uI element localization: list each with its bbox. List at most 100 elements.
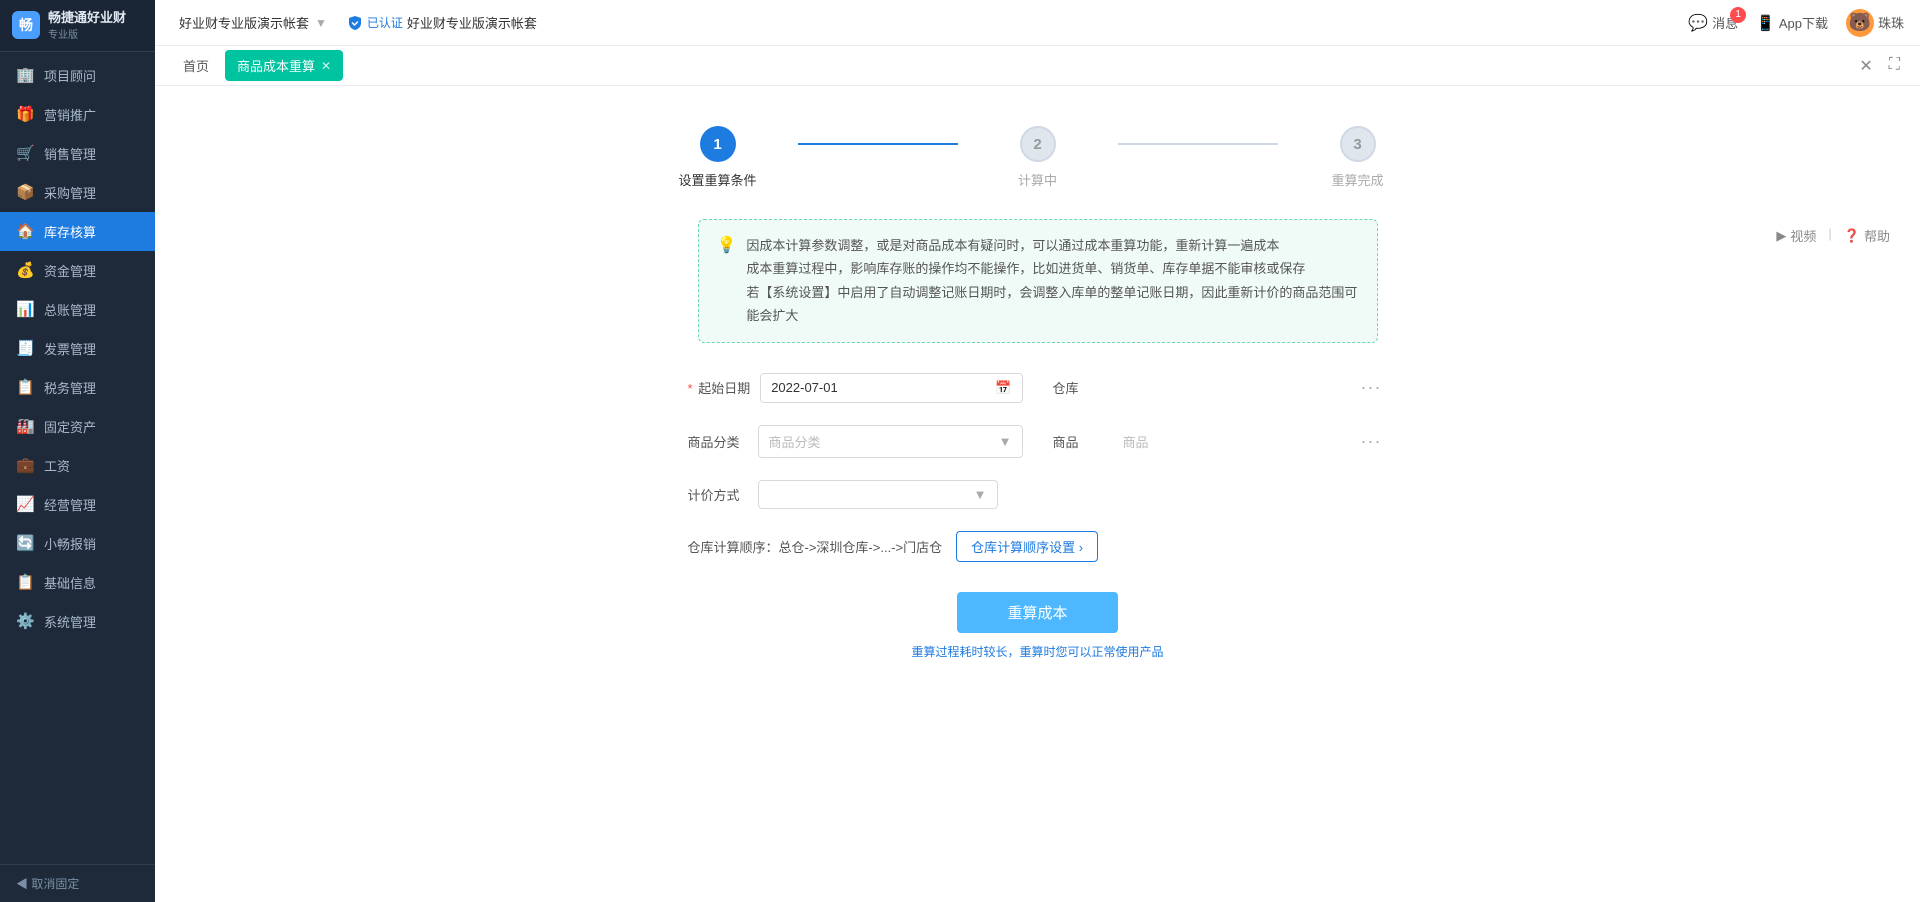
message-icon: 💬 xyxy=(1688,13,1708,33)
help-link[interactable]: ❓ 帮助 xyxy=(1844,226,1890,245)
form-row-2: 商品分类 商品分类 ▼ 商品 商品 ··· xyxy=(688,425,1388,458)
step-3-number: 3 xyxy=(1353,136,1361,153)
form-row-1: * 起始日期 2022-07-01 📅 仓库 ··· xyxy=(688,373,1388,403)
app-title-group: 畅捷通好业财 专业版 xyxy=(48,10,126,41)
start-date-label: * 起始日期 xyxy=(688,378,751,397)
account-selector[interactable]: 好业财专业版演示帐套 ▼ xyxy=(171,9,335,36)
step-1-number: 1 xyxy=(713,136,721,153)
sidebar-item-salary[interactable]: 💼 工资 xyxy=(0,446,155,485)
sidebar-item-finance[interactable]: 💰 资金管理 xyxy=(0,251,155,290)
sidebar-item-sales[interactable]: 🛒 销售管理 xyxy=(0,134,155,173)
sidebar-item-inventory[interactable]: 🏠 库存核算 xyxy=(0,212,155,251)
warehouse-order-settings-button[interactable]: 仓库计算顺序设置 › xyxy=(956,531,1098,562)
pricing-select[interactable]: ▼ xyxy=(758,480,998,509)
sidebar-nav: 🏢 项目顾问 🎁 营销推广 🛒 销售管理 📦 采购管理 🏠 库存核算 💰 资金管… xyxy=(0,52,155,864)
app-edition: 专业版 xyxy=(48,26,126,41)
category-dropdown-icon: ▼ xyxy=(999,434,1012,449)
step-3-circle: 3 xyxy=(1340,126,1376,162)
app-name: 畅捷通好业财 xyxy=(48,10,126,26)
account-name: 好业财专业版演示帐套 xyxy=(179,13,309,32)
step-2-circle: 2 xyxy=(1020,126,1056,162)
info-line-1: 因成本计算参数调整，或是对商品成本有疑问时，可以通过成本重算功能，重新计算一遍成… xyxy=(746,234,1358,257)
expense-icon: 🔄 xyxy=(16,534,34,552)
form-area: * 起始日期 2022-07-01 📅 仓库 ··· 商品分类 xyxy=(688,373,1388,660)
warehouse-field: 仓库 ··· xyxy=(1053,373,1388,402)
submit-hint: 重算过程耗时较长，重算时您可以正常使用产品 xyxy=(688,643,1388,660)
message-button[interactable]: 💬 消息 1 xyxy=(1688,13,1738,33)
user-menu[interactable]: 🐻 珠珠 xyxy=(1846,9,1904,37)
step-line-1 xyxy=(798,143,958,145)
category-placeholder: 商品分类 xyxy=(769,432,821,451)
sidebar-item-label: 税务管理 xyxy=(44,378,96,397)
sidebar-item-project[interactable]: 🏢 项目顾问 xyxy=(0,56,155,95)
step-2: 2 计算中 xyxy=(958,126,1118,189)
start-date-input[interactable]: 2022-07-01 📅 xyxy=(760,373,1022,403)
topbar: 好业财专业版演示帐套 ▼ 已认证 好业财专业版演示帐套 💬 消息 1 📱 App… xyxy=(155,0,1920,46)
step-1: 1 设置重算条件 xyxy=(638,126,798,189)
topbar-right: 💬 消息 1 📱 App下载 🐻 珠珠 xyxy=(1688,9,1904,37)
tab-active[interactable]: 商品成本重算 ✕ xyxy=(225,50,343,81)
tab-close-icon[interactable]: ✕ xyxy=(321,59,331,73)
sidebar-item-label: 库存核算 xyxy=(44,222,96,241)
sidebar-item-system[interactable]: ⚙️ 系统管理 xyxy=(0,602,155,641)
warehouse-dots-button[interactable]: ··· xyxy=(1355,373,1388,402)
recalculate-button[interactable]: 重算成本 xyxy=(957,592,1117,633)
operation-icon: 📈 xyxy=(16,495,34,513)
sidebar-header: 畅 畅捷通好业财 专业版 xyxy=(0,0,155,52)
sidebar-item-marketing[interactable]: 🎁 营销推广 xyxy=(0,95,155,134)
message-badge: 1 xyxy=(1730,7,1746,23)
sidebar-item-purchase[interactable]: 📦 采购管理 xyxy=(0,173,155,212)
window-close-icon[interactable]: ✕ xyxy=(1855,52,1876,80)
product-placeholder: 商品 xyxy=(1123,435,1149,450)
sidebar-item-assets[interactable]: 🏭 固定资产 xyxy=(0,407,155,446)
info-line-3: 若【系统设置】中启用了自动调整记账日期时，会调整入库单的整单记账日期，因此重新计… xyxy=(746,281,1358,328)
sidebar-item-label: 工资 xyxy=(44,456,70,475)
product-label: 商品 xyxy=(1053,432,1113,451)
product-dots-button[interactable]: ··· xyxy=(1355,427,1388,456)
info-box: 💡 因成本计算参数调整，或是对商品成本有疑问时，可以通过成本重算功能，重新计算一… xyxy=(698,219,1378,343)
product-field: 商品 商品 ··· xyxy=(1053,427,1388,456)
sidebar-item-basic[interactable]: 📋 基础信息 xyxy=(0,563,155,602)
sidebar: 畅 畅捷通好业财 专业版 🏢 项目顾问 🎁 营销推广 🛒 销售管理 📦 采购管理… xyxy=(0,0,155,902)
sidebar-item-tax[interactable]: 📋 税务管理 xyxy=(0,368,155,407)
system-icon: ⚙️ xyxy=(16,612,34,630)
video-link[interactable]: ▶ 视频 xyxy=(1776,226,1816,245)
sidebar-item-operation[interactable]: 📈 经营管理 xyxy=(0,485,155,524)
sidebar-item-invoice[interactable]: 🧾 发票管理 xyxy=(0,329,155,368)
sidebar-unpin-button[interactable]: ◀ 取消固定 xyxy=(0,864,155,902)
info-line-2: 成本重算过程中，影响库存账的操作均不能操作，比如进货单、销货单、库存单据不能审核… xyxy=(746,257,1358,280)
tabbar: 首页 商品成本重算 ✕ ✕ ⛶ xyxy=(155,46,1920,86)
sidebar-item-label: 系统管理 xyxy=(44,612,96,631)
tab-home[interactable]: 首页 xyxy=(171,50,221,81)
pricing-field: 计价方式 ▼ xyxy=(688,480,998,509)
tabbar-right: ✕ ⛶ xyxy=(1855,52,1904,80)
sidebar-item-accounting[interactable]: 📊 总账管理 xyxy=(0,290,155,329)
sales-icon: 🛒 xyxy=(16,144,34,162)
window-expand-icon[interactable]: ⛶ xyxy=(1885,52,1904,80)
start-date-value: 2022-07-01 xyxy=(771,380,838,395)
help-icon: ❓ xyxy=(1844,228,1860,244)
step-1-label: 设置重算条件 xyxy=(678,170,756,189)
category-select[interactable]: 商品分类 ▼ xyxy=(758,425,1023,458)
pricing-label: 计价方式 xyxy=(688,485,748,504)
sidebar-item-expense[interactable]: 🔄 小畅报销 xyxy=(0,524,155,563)
marketing-icon: 🎁 xyxy=(16,105,34,123)
accounting-icon: 📊 xyxy=(16,300,34,318)
info-text: 因成本计算参数调整，或是对商品成本有疑问时，可以通过成本重算功能，重新计算一遍成… xyxy=(746,234,1358,328)
inventory-icon: 🏠 xyxy=(16,222,34,240)
warehouse-order-btn-label: 仓库计算顺序设置 › xyxy=(971,537,1083,556)
salary-icon: 💼 xyxy=(16,456,34,474)
step-line-2 xyxy=(1118,143,1278,145)
step-2-number: 2 xyxy=(1033,136,1041,153)
help-label: 帮助 xyxy=(1864,226,1890,245)
sidebar-item-label: 总账管理 xyxy=(44,300,96,319)
step-2-label: 计算中 xyxy=(1018,170,1057,189)
sidebar-item-label: 销售管理 xyxy=(44,144,96,163)
app-download-button[interactable]: 📱 App下载 xyxy=(1756,13,1828,32)
warehouse-order-label: 仓库计算顺序：总仓->深圳仓库->...->门店仓 xyxy=(688,537,943,556)
avatar: 🐻 xyxy=(1846,9,1874,37)
sidebar-item-label: 经营管理 xyxy=(44,495,96,514)
calendar-icon: 📅 xyxy=(995,380,1011,396)
finance-icon: 💰 xyxy=(16,261,34,279)
step-3: 3 重算完成 xyxy=(1278,126,1438,189)
